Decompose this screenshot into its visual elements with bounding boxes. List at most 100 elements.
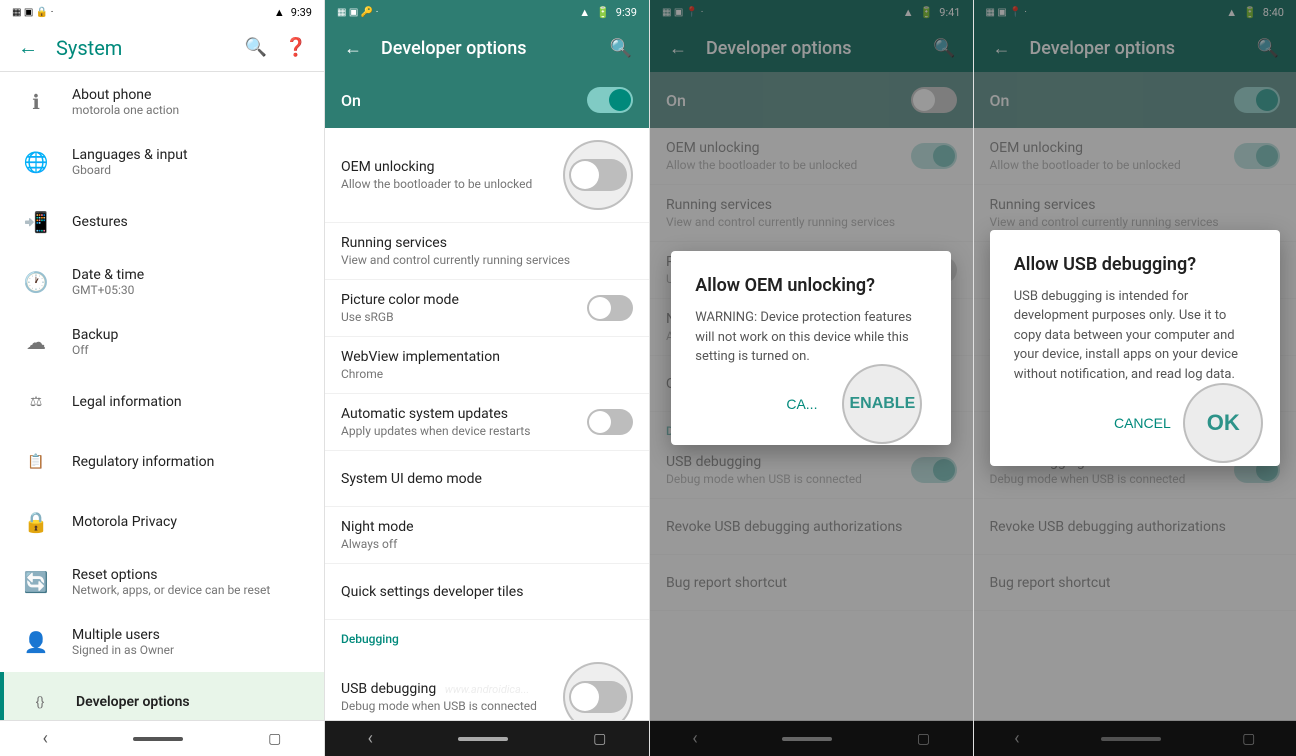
regulatory-title: Regulatory information (72, 454, 214, 470)
nav-back-mid[interactable]: ‹ (368, 728, 373, 749)
usb-toggle-container-mid (563, 662, 633, 720)
legal-icon: ⚖ (16, 382, 56, 422)
developer-options-panel-right1: ▦ ▣ 📍 · ▲ 🔋 9:41 ← Developer options 🔍 O… (650, 0, 974, 756)
backup-title: Backup (72, 327, 118, 343)
oem-dialog-body: WARNING: Device protection features will… (695, 308, 927, 367)
sidebar-item-about[interactable]: ℹ About phone motorola one action (0, 72, 324, 132)
legal-title: Legal information (72, 394, 182, 410)
time-left: 9:39 (291, 6, 312, 19)
picture-color-subtitle-mid: Use sRGB (341, 310, 587, 324)
ok-btn-wrapper: OK (1191, 404, 1256, 442)
ui-demo-item-mid[interactable]: System UI demo mode (325, 451, 649, 507)
status-time-mid: ▲ 🔋 9:39 (579, 6, 637, 19)
picture-color-toggle-mid[interactable] (587, 295, 633, 321)
sidebar-item-datetime[interactable]: 🕐 Date & time GMT+05:30 (0, 252, 324, 312)
enable-btn-wrapper: Enable (837, 387, 927, 421)
night-mode-item-mid[interactable]: Night mode Always off (325, 507, 649, 564)
nav-bar-left: ‹ ▢ (0, 720, 324, 756)
wifi-icon: ▲ (274, 6, 285, 19)
languages-icon: 🌐 (16, 142, 56, 182)
reset-title: Reset options (72, 567, 270, 583)
auto-updates-title-mid: Automatic system updates (341, 406, 587, 422)
sidebar-item-users[interactable]: 👤 Multiple users Signed in as Owner (0, 612, 324, 672)
languages-subtitle: Gboard (72, 163, 188, 177)
help-button-left[interactable]: ❓ (276, 28, 316, 68)
back-button-mid[interactable]: ← (333, 28, 373, 68)
oem-dialog: Allow OEM unlocking? WARNING: Device pro… (671, 251, 951, 445)
running-services-item-mid[interactable]: Running services View and control curren… (325, 223, 649, 280)
battery-icon-mid: 🔋 (596, 6, 610, 19)
nav-back-left[interactable]: ‹ (43, 728, 48, 749)
sidebar-item-reset[interactable]: 🔄 Reset options Network, apps, or device… (0, 552, 324, 612)
usb-dialog-title: Allow USB debugging? (1014, 254, 1256, 275)
users-subtitle: Signed in as Owner (72, 643, 174, 657)
webview-item-mid[interactable]: WebView implementation Chrome (325, 337, 649, 394)
status-time-left: ▲ 9:39 (274, 6, 312, 19)
quick-settings-item-mid[interactable]: Quick settings developer tiles (325, 564, 649, 620)
sidebar-item-developer[interactable]: {} Developer options (0, 672, 324, 720)
webview-title-mid: WebView implementation (341, 349, 633, 365)
dev-toggle-mid[interactable] (587, 87, 633, 113)
app-bar-mid: ← Developer options 🔍 (325, 24, 649, 72)
usb-toggle-mid[interactable] (569, 681, 627, 713)
dev-list-mid: OEM unlocking Allow the bootloader to be… (325, 128, 649, 720)
back-button-left[interactable]: ← (8, 28, 48, 68)
sidebar-item-regulatory[interactable]: 📋 Regulatory information (0, 432, 324, 492)
sidebar-item-privacy[interactable]: 🔒 Motorola Privacy (0, 492, 324, 552)
users-title: Multiple users (72, 627, 174, 643)
backup-icon: ☁ (16, 322, 56, 362)
datetime-subtitle: GMT+05:30 (72, 283, 144, 297)
oem-toggle-container-mid (563, 140, 633, 210)
datetime-title: Date & time (72, 267, 144, 283)
datetime-icon: 🕐 (16, 262, 56, 302)
gestures-title: Gestures (72, 214, 128, 230)
oem-unlocking-item-mid[interactable]: OEM unlocking Allow the bootloader to be… (325, 128, 649, 223)
running-services-subtitle-mid: View and control currently running servi… (341, 253, 633, 267)
picture-color-item-mid[interactable]: Picture color mode Use sRGB (325, 280, 649, 337)
notification-icon: ▦ ▣ 🔒 · (12, 7, 53, 18)
system-settings-panel: ▦ ▣ 🔒 · ▲ 9:39 ← System 🔍 ❓ ℹ About phon… (0, 0, 325, 756)
backup-subtitle: Off (72, 343, 118, 357)
sidebar-item-languages[interactable]: 🌐 Languages & input Gboard (0, 132, 324, 192)
sidebar-item-gestures[interactable]: 📲 Gestures (0, 192, 324, 252)
usb-debug-subtitle-mid: Debug mode when USB is connected (341, 699, 563, 713)
auto-updates-toggle-thumb-mid (589, 411, 611, 433)
oem-dialog-actions: Ca... Enable (695, 387, 927, 421)
sidebar-item-legal[interactable]: ⚖ Legal information (0, 372, 324, 432)
search-button-left[interactable]: 🔍 (236, 28, 276, 68)
search-button-mid[interactable]: 🔍 (601, 28, 641, 68)
developer-options-panel-mid: ▦ ▣ 🔑 · ▲ 🔋 9:39 ← Developer options 🔍 O… (325, 0, 650, 756)
oem-toggle-mid[interactable] (569, 159, 627, 191)
reset-subtitle: Network, apps, or device can be reset (72, 583, 270, 597)
status-icons-mid: ▦ ▣ 🔑 · (337, 7, 378, 18)
nav-bar-mid: ‹ ▢ (325, 720, 649, 756)
nav-square-mid[interactable]: ▢ (593, 731, 606, 747)
watermark-mid: www.androidica... (445, 683, 530, 696)
oem-cancel-button[interactable]: Ca... (774, 387, 829, 421)
usb-toggle-thumb-mid (571, 683, 599, 711)
oem-dialog-overlay: Allow OEM unlocking? WARNING: Device pro… (650, 0, 973, 756)
nav-home-left[interactable] (133, 737, 183, 741)
auto-system-updates-item-mid[interactable]: Automatic system updates Apply updates w… (325, 394, 649, 451)
dev-toggle-thumb-mid (609, 89, 631, 111)
status-icons-left: ▦ ▣ 🔒 · (12, 7, 53, 18)
usb-dialog-actions: Cancel OK (1014, 404, 1256, 442)
quick-settings-title-mid: Quick settings developer tiles (341, 584, 633, 600)
oem-toggle-thumb-mid (571, 161, 599, 189)
debugging-section-mid: Debugging (325, 620, 649, 650)
usb-dialog: Allow USB debugging? USB debugging is in… (990, 230, 1280, 467)
about-title: About phone (72, 87, 179, 103)
picture-color-toggle-thumb-mid (589, 297, 611, 319)
regulatory-icon: 📋 (16, 442, 56, 482)
sidebar-list: ℹ About phone motorola one action 🌐 Lang… (0, 72, 324, 720)
status-bar-left: ▦ ▣ 🔒 · ▲ 9:39 (0, 0, 324, 24)
auto-updates-toggle-mid[interactable] (587, 409, 633, 435)
about-icon: ℹ (16, 82, 56, 122)
about-subtitle: motorola one action (72, 103, 179, 117)
privacy-title: Motorola Privacy (72, 514, 177, 530)
nav-square-left[interactable]: ▢ (268, 731, 281, 747)
sidebar-item-backup[interactable]: ☁ Backup Off (0, 312, 324, 372)
app-bar-left: ← System 🔍 ❓ (0, 24, 324, 72)
usb-cancel-button[interactable]: Cancel (1102, 404, 1183, 442)
nav-home-mid[interactable] (458, 737, 508, 741)
